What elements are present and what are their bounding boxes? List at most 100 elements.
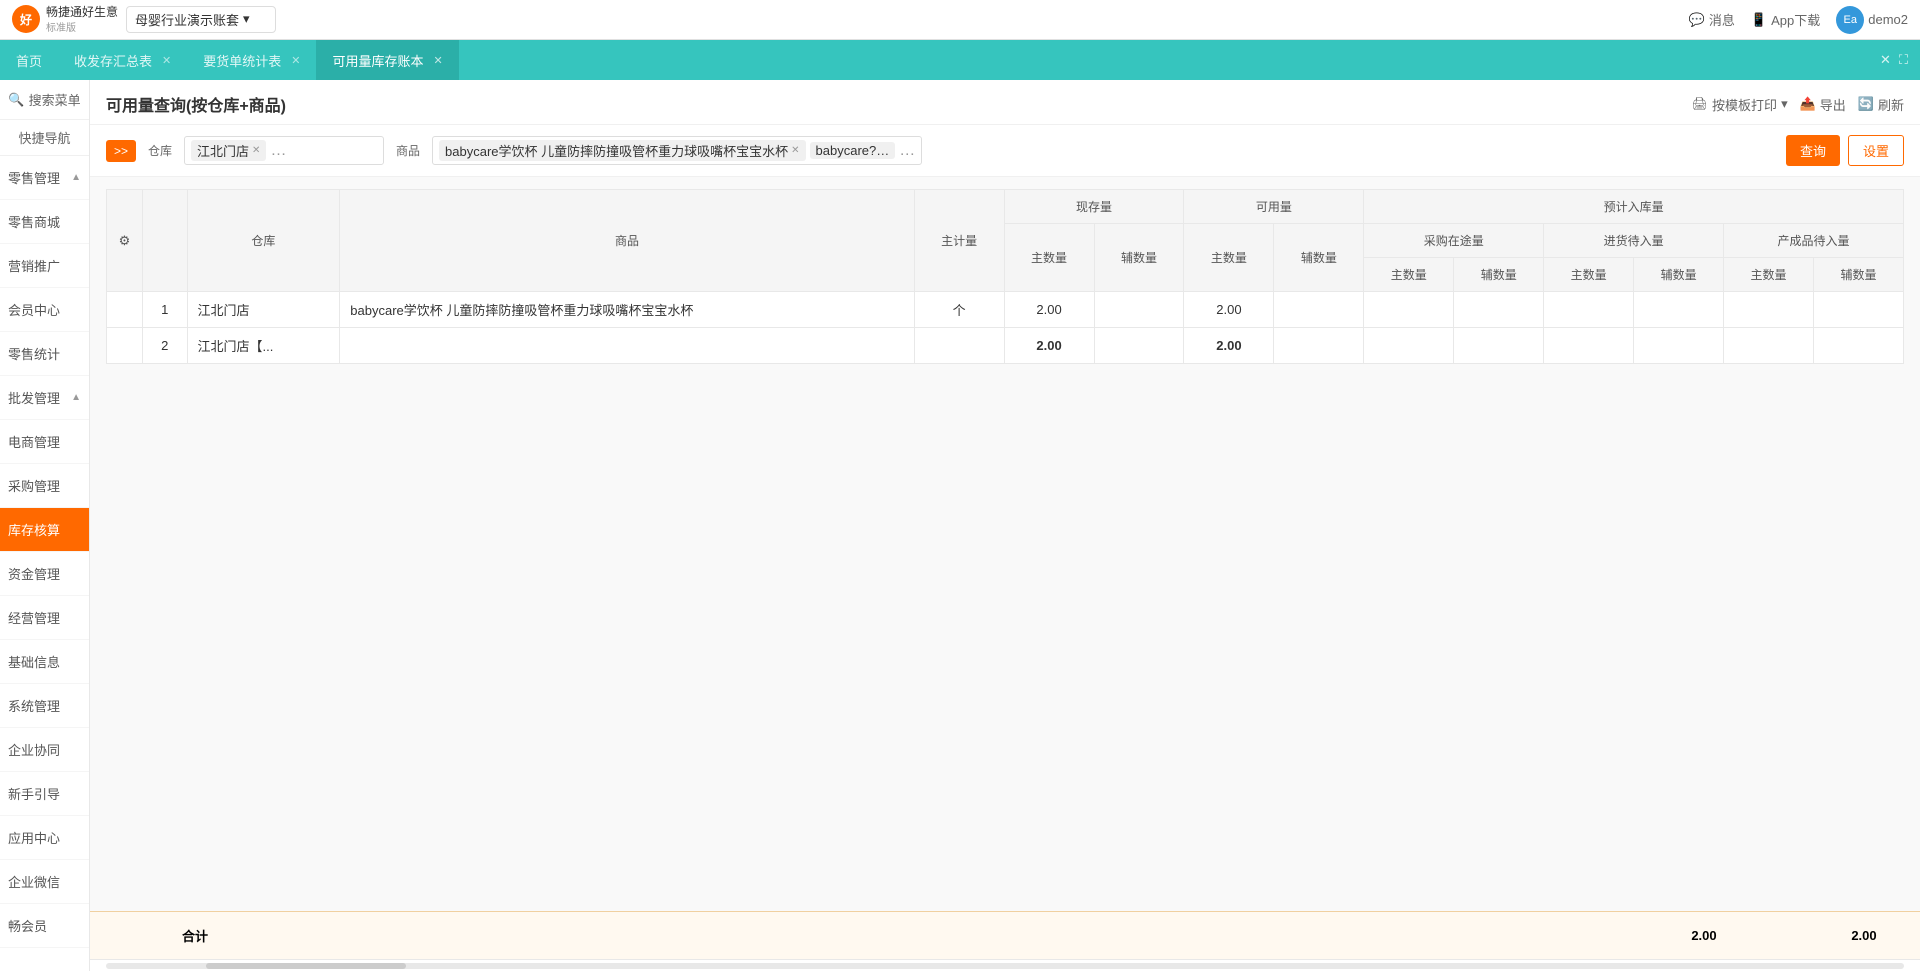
tab-controls: ✕ ⛶ [1868, 40, 1920, 80]
row2-inc-main [1544, 328, 1634, 364]
row1-avail-main: 2.00 [1184, 292, 1274, 328]
sidebar-item-enterprise-label: 企业协同 [8, 740, 60, 759]
sidebar-item-appcenter-label: 应用中心 [8, 828, 60, 847]
sidebar-item-guide[interactable]: 新手引导 [0, 772, 89, 816]
footer-idx-col [142, 920, 172, 951]
logo-text-group: 畅捷通好生意 标准版 [46, 5, 118, 34]
sidebar-item-purchase[interactable]: 采购管理 [0, 464, 89, 508]
export-btn[interactable]: 📤 导出 [1800, 95, 1846, 114]
refresh-btn[interactable]: 🔄 刷新 [1858, 95, 1904, 114]
sidebar-item-member[interactable]: 会员中心 [0, 288, 89, 332]
username: demo2 [1868, 12, 1908, 27]
print-label: 按模板打印 [1712, 95, 1777, 114]
sidebar-item-member2[interactable]: 畅会员 [0, 904, 89, 948]
sidebar-item-wholesale-label: 批发管理 [8, 388, 60, 407]
product-input[interactable]: babycare学饮杯 儿童防摔防撞吸管杯重力球吸嘴杯宝宝水杯 ✕ babyca… [432, 136, 922, 165]
warehouse-tag-remove[interactable]: ✕ [252, 145, 260, 156]
export-icon: 📤 [1800, 96, 1816, 112]
row2-stock-main-val: 2.00 [1036, 338, 1061, 353]
print-btn[interactable]: 🖨 按模板打印 ▾ [1692, 95, 1788, 114]
logo-icon: 好 [12, 5, 40, 33]
th-pur-sub2: 辅数量 [1454, 258, 1544, 292]
message-btn[interactable]: 💬 消息 [1689, 10, 1735, 29]
row2-avail-sub [1274, 328, 1364, 364]
page-header: 可用量查询(按仓库+商品) 🖨 按模板打印 ▾ 📤 导出 🔄 刷新 [90, 80, 1920, 125]
sidebar-item-finance[interactable]: 资金管理 [0, 552, 89, 596]
row2-warehouse: 江北门店【... [187, 328, 340, 364]
warehouse-input[interactable]: 江北门店 ✕ … [184, 136, 384, 165]
sidebar-item-wechat-label: 企业微信 [8, 872, 60, 891]
top-bar-left: 好 畅捷通好生意 标准版 母婴行业演示账套 ▾ [12, 5, 276, 34]
search-menu-btn[interactable]: 🔍 搜索菜单 [8, 90, 81, 109]
filter-action-btns: 查询 设置 [1786, 135, 1904, 166]
tab-order[interactable]: 要货单统计表 ✕ [187, 40, 316, 80]
footer-row: 合计 2.00 2.00 [106, 920, 1904, 951]
refresh-label: 刷新 [1878, 95, 1904, 114]
sidebar-item-system[interactable]: 系统管理 [0, 684, 89, 728]
row1-pur-sub [1454, 292, 1544, 328]
table-row: 2 江北门店【... 2.00 2.00 [107, 328, 1904, 364]
tab-receipt[interactable]: 收发存汇总表 ✕ [58, 40, 187, 80]
th-avail-group: 可用量 [1184, 190, 1364, 224]
sidebar-item-retail[interactable]: 零售管理 ▲ [0, 156, 89, 200]
footer-stock-main: 2.00 [1664, 920, 1744, 951]
sidebar-item-wholesale[interactable]: 批发管理 ▲ [0, 376, 89, 420]
scroll-track[interactable] [106, 963, 1904, 969]
warehouse-tag: 江北门店 ✕ [191, 140, 266, 161]
tab-home[interactable]: 首页 [0, 40, 58, 80]
quick-nav-btn[interactable]: 快捷导航 [0, 120, 89, 156]
sidebar-item-enterprise[interactable]: 企业协同 [0, 728, 89, 772]
app-download-btn[interactable]: 📱 App下载 [1751, 10, 1820, 29]
footer-label: 合计 [172, 920, 581, 951]
filter-expand-btn[interactable]: >> [106, 140, 136, 162]
th-incoming-main: 进货待入量 [1544, 224, 1724, 258]
sidebar-item-ecom[interactable]: 电商管理 [0, 420, 89, 464]
row2-index: 2 [143, 328, 188, 364]
sidebar-item-system-label: 系统管理 [8, 696, 60, 715]
sidebar-search-area: 🔍 搜索菜单 [0, 80, 89, 120]
scroll-thumb[interactable] [206, 963, 406, 969]
sidebar: 🔍 搜索菜单 快捷导航 零售管理 ▲ 零售商城 营销推广 会员中心 零售统计 批… [0, 80, 90, 971]
sidebar-item-appcenter[interactable]: 应用中心 [0, 816, 89, 860]
header-actions: 🖨 按模板打印 ▾ 📤 导出 🔄 刷新 [1692, 95, 1904, 114]
industry-selector[interactable]: 母婴行业演示账套 ▾ [126, 6, 276, 33]
user-area[interactable]: Ea demo2 [1836, 6, 1908, 34]
row2-avail-main: 2.00 [1184, 328, 1274, 364]
sidebar-item-inventory[interactable]: 库存核算 [0, 508, 89, 552]
row2-stock-main: 2.00 [1004, 328, 1094, 364]
app-label: App下载 [1771, 10, 1820, 29]
print-dropdown-icon: ▾ [1781, 96, 1788, 112]
sidebar-item-ops-label: 经营管理 [8, 608, 60, 627]
tab-receipt-close[interactable]: ✕ [162, 54, 171, 67]
set-btn[interactable]: 设置 [1848, 135, 1904, 166]
footer-unit-col [1604, 920, 1664, 951]
maximize-icon[interactable]: ⛶ [1899, 52, 1908, 68]
th-product: 商品 [340, 190, 914, 292]
row2-pro-main [1724, 328, 1814, 364]
tab-stock[interactable]: 可用量库存账本 ✕ [316, 40, 458, 80]
close-all-icon[interactable]: ✕ [1880, 52, 1891, 68]
sidebar-item-basic[interactable]: 基础信息 [0, 640, 89, 684]
sidebar-item-ops[interactable]: 经营管理 [0, 596, 89, 640]
row1-unit: 个 [914, 292, 1004, 328]
row1-stock-sub [1094, 292, 1184, 328]
tab-stock-close[interactable]: ✕ [434, 54, 443, 67]
sidebar-item-wechat[interactable]: 企业微信 [0, 860, 89, 904]
product-more-btn[interactable]: … [899, 142, 915, 160]
product-tag-1-text: babycare学饮杯 儿童防摔防撞吸管杯重力球吸嘴杯宝宝水杯 [445, 141, 788, 160]
tab-order-close[interactable]: ✕ [291, 54, 300, 67]
product-tag-2: babycare?… [810, 142, 896, 159]
chevron-down-icon-2: ▲ [71, 392, 81, 403]
row2-stock-sub [1094, 328, 1184, 364]
gear-icon[interactable]: ⚙ [119, 233, 131, 248]
warehouse-more-btn[interactable]: … [270, 142, 286, 160]
sidebar-item-basic-label: 基础信息 [8, 652, 60, 671]
query-btn[interactable]: 查询 [1786, 135, 1840, 166]
nav-tabs: 首页 收发存汇总表 ✕ 要货单统计表 ✕ 可用量库存账本 ✕ ✕ ⛶ [0, 40, 1920, 80]
th-gear: ⚙ [107, 190, 143, 292]
footer-table: 合计 2.00 2.00 [106, 920, 1904, 951]
sidebar-item-stats[interactable]: 零售统计 [0, 332, 89, 376]
sidebar-item-marketing[interactable]: 营销推广 [0, 244, 89, 288]
sidebar-item-mall[interactable]: 零售商城 [0, 200, 89, 244]
product-tag-1-remove[interactable]: ✕ [791, 145, 799, 156]
